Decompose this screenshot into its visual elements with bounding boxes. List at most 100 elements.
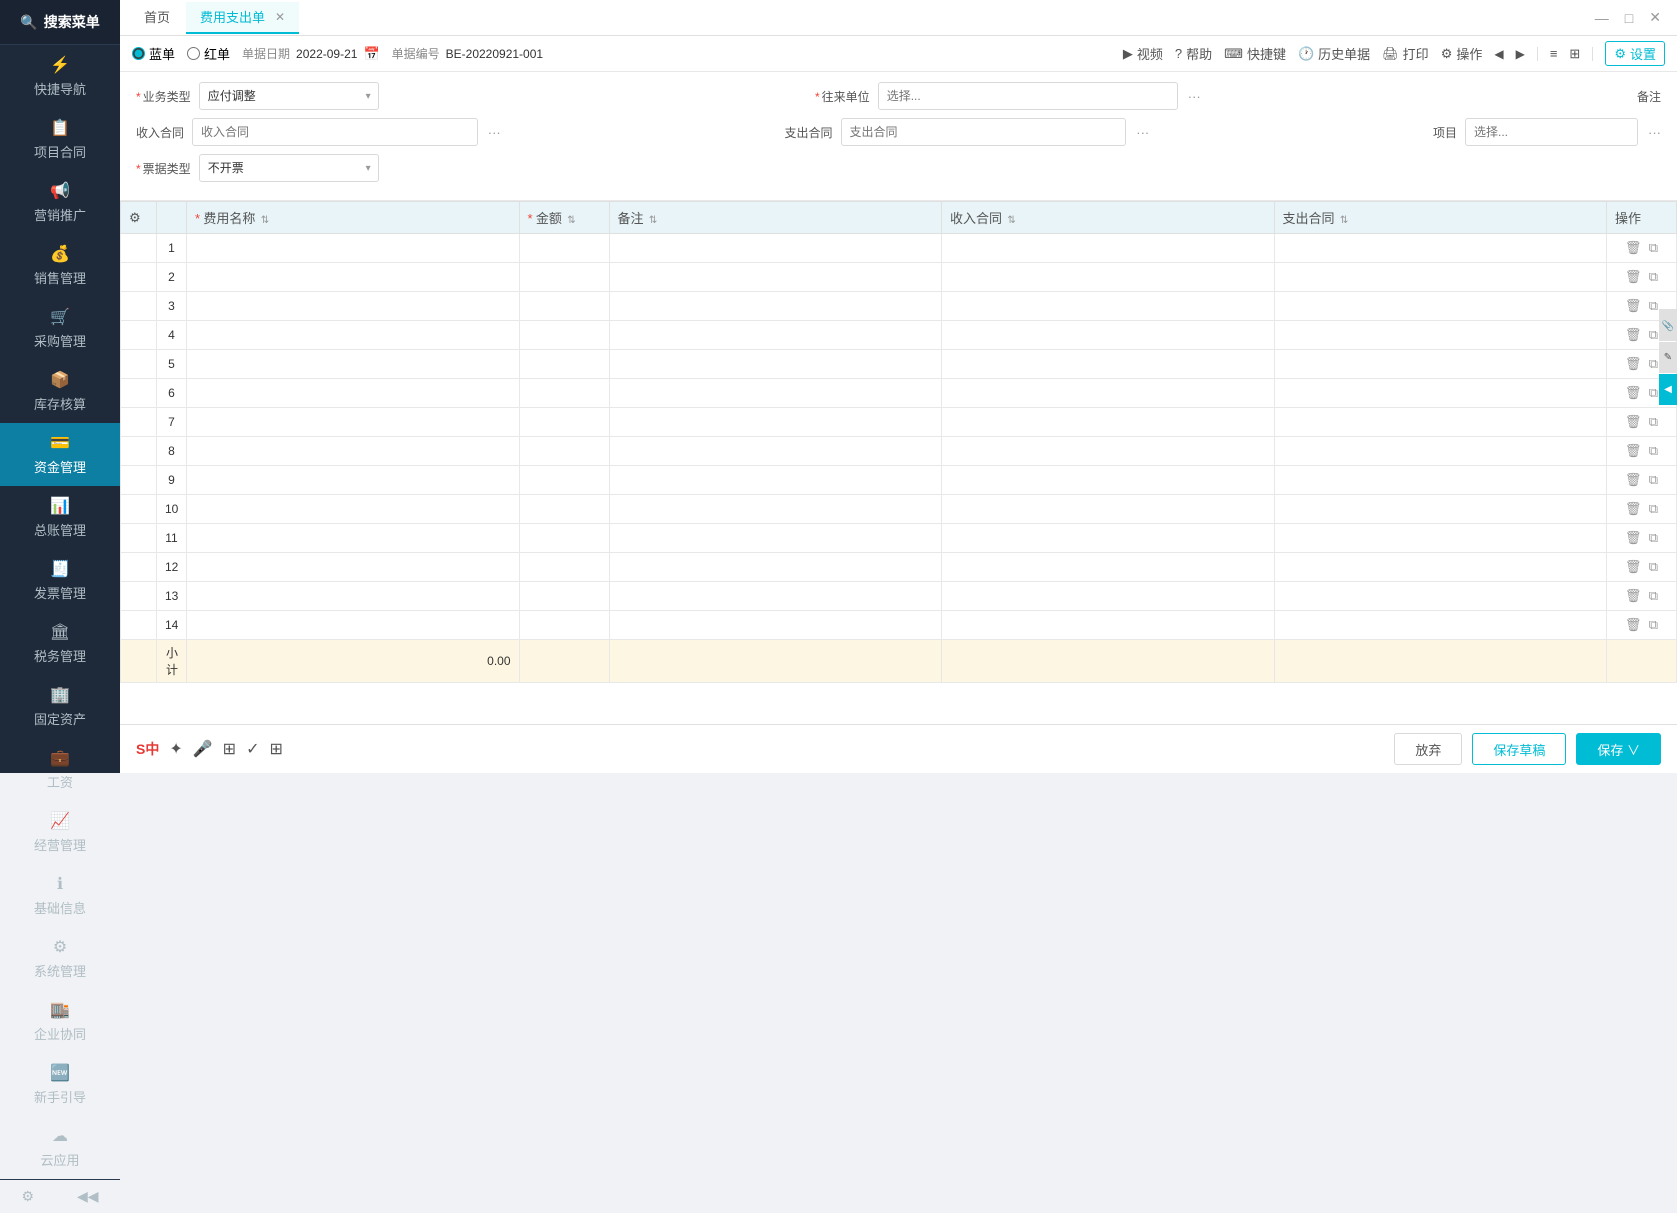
sidebar-item-enterprise[interactable]: 🏬 企业协同 [0, 990, 120, 1053]
sidebar-item-fund[interactable]: 💳 资金管理 [0, 423, 120, 486]
row-8-delete[interactable]: 🗑 [1623, 441, 1644, 461]
settings-button[interactable]: ⚙ 设置 [1605, 41, 1665, 66]
row-9-amount[interactable] [519, 466, 609, 495]
print-action[interactable]: 🖨 打印 [1382, 44, 1429, 63]
row-11-remark[interactable] [609, 524, 942, 553]
row-5-amount[interactable] [519, 350, 609, 379]
project-dots[interactable]: ··· [1648, 125, 1661, 140]
row-3-delete[interactable]: 🗑 [1623, 296, 1644, 316]
shortcut-action[interactable]: ⌨ 快捷键 [1224, 44, 1286, 63]
row-14-delete[interactable]: 🗑 [1623, 615, 1644, 635]
save-button[interactable]: 保存 ∨ [1576, 733, 1661, 765]
right-green-btn[interactable]: ◀ [1659, 374, 1677, 405]
row-7-delete[interactable]: 🗑 [1623, 412, 1644, 432]
row-10-amount[interactable] [519, 495, 609, 524]
row-4-delete[interactable]: 🗑 [1623, 325, 1644, 345]
row-13-expense-name[interactable] [187, 582, 520, 611]
row-14-expense-name[interactable] [187, 611, 520, 640]
row-4-income-contract[interactable] [942, 321, 1275, 350]
row-3-expense-name[interactable] [187, 292, 520, 321]
row-13-amount[interactable] [519, 582, 609, 611]
col-setting-header[interactable]: ⚙ [121, 202, 157, 234]
row-8-expense-name[interactable] [187, 437, 520, 466]
row-6-expense-contract[interactable] [1274, 379, 1607, 408]
sidebar-item-project-contract[interactable]: 📋 项目合同 [0, 108, 120, 171]
row-14-copy[interactable]: ⧉ [1647, 615, 1660, 635]
row-7-expense-contract[interactable] [1274, 408, 1607, 437]
row-12-expense-name[interactable] [187, 553, 520, 582]
sidebar-item-marketing[interactable]: 📢 营销推广 [0, 171, 120, 234]
row-4-expense-name[interactable] [187, 321, 520, 350]
row-1-delete[interactable]: 🗑 [1623, 238, 1644, 258]
radio-red[interactable]: 红单 [187, 44, 230, 63]
row-3-amount[interactable] [519, 292, 609, 321]
row-10-expense-contract[interactable] [1274, 495, 1607, 524]
row-11-income-contract[interactable] [942, 524, 1275, 553]
window-minimize[interactable]: — [1589, 8, 1615, 28]
row-11-amount[interactable] [519, 524, 609, 553]
row-7-remark[interactable] [609, 408, 942, 437]
row-1-income-contract[interactable] [942, 234, 1275, 263]
row-9-delete[interactable]: 🗑 [1623, 470, 1644, 490]
sort-icon-amount[interactable]: ⇅ [567, 215, 575, 226]
operation-action[interactable]: ⚙ 操作 [1441, 44, 1483, 63]
row-1-remark[interactable] [609, 234, 942, 263]
grid-icon[interactable]: ⊞ [223, 739, 236, 759]
col-remark-header[interactable]: 备注 ⇅ [609, 202, 942, 234]
right-edit-btn[interactable]: ✎ [1659, 342, 1677, 373]
row-2-copy[interactable]: ⧉ [1647, 267, 1660, 287]
row-12-delete[interactable]: 🗑 [1623, 557, 1644, 577]
discard-button[interactable]: 放弃 [1394, 733, 1462, 765]
row-6-amount[interactable] [519, 379, 609, 408]
row-5-income-contract[interactable] [942, 350, 1275, 379]
row-14-amount[interactable] [519, 611, 609, 640]
row-14-remark[interactable] [609, 611, 942, 640]
row-12-remark[interactable] [609, 553, 942, 582]
history-action[interactable]: 🕐 历史单据 [1298, 44, 1370, 63]
row-6-delete[interactable]: 🗑 [1623, 383, 1644, 403]
row-6-expense-name[interactable] [187, 379, 520, 408]
row-6-remark[interactable] [609, 379, 942, 408]
col-amount-header[interactable]: * 金额 ⇅ [519, 202, 609, 234]
row-9-income-contract[interactable] [942, 466, 1275, 495]
row-8-remark[interactable] [609, 437, 942, 466]
row-11-delete[interactable]: 🗑 [1623, 528, 1644, 548]
business-type-select[interactable]: 应付调整 [199, 82, 379, 110]
partner-dots[interactable]: ··· [1188, 89, 1201, 104]
tab-expense-form-close[interactable]: ✕ [275, 10, 285, 24]
row-13-delete[interactable]: 🗑 [1623, 586, 1644, 606]
row-2-amount[interactable] [519, 263, 609, 292]
row-8-copy[interactable]: ⧉ [1647, 441, 1660, 461]
sidebar-item-inventory[interactable]: 📦 库存核算 [0, 360, 120, 423]
row-1-copy[interactable]: ⧉ [1647, 238, 1660, 258]
row-13-copy[interactable]: ⧉ [1647, 586, 1660, 606]
nav-next-btn[interactable]: ▶ [1516, 47, 1525, 61]
row-13-expense-contract[interactable] [1274, 582, 1607, 611]
sidebar-item-invoice[interactable]: 🧾 发票管理 [0, 549, 120, 612]
sort-icon-expense-contract[interactable]: ⇅ [1340, 215, 1348, 226]
expense-contract-dots[interactable]: ··· [1136, 125, 1149, 140]
row-7-copy[interactable]: ⧉ [1647, 412, 1660, 432]
row-12-copy[interactable]: ⧉ [1647, 557, 1660, 577]
row-5-expense-contract[interactable] [1274, 350, 1607, 379]
row-8-amount[interactable] [519, 437, 609, 466]
sidebar-item-tax[interactable]: 🏛 税务管理 [0, 612, 120, 675]
mic-icon[interactable]: 🎤 [193, 739, 213, 759]
tab-expense-form[interactable]: 费用支出单 ✕ [186, 2, 299, 34]
sidebar-item-quick-nav[interactable]: ⚡ 快捷导航 [0, 45, 120, 108]
income-contract-dots[interactable]: ··· [488, 125, 501, 140]
row-9-expense-contract[interactable] [1274, 466, 1607, 495]
settings-col-icon[interactable]: ⚙ [129, 210, 141, 225]
row-13-remark[interactable] [609, 582, 942, 611]
nav-prev-btn[interactable]: ◀ [1494, 47, 1503, 61]
sidebar-item-accounting[interactable]: 📊 总账管理 [0, 486, 120, 549]
row-13-income-contract[interactable] [942, 582, 1275, 611]
income-contract-input[interactable] [192, 118, 478, 146]
sidebar-item-purchase[interactable]: 🛒 采购管理 [0, 297, 120, 360]
sidebar-item-operations[interactable]: 📈 经营管理 [0, 801, 120, 864]
row-3-income-contract[interactable] [942, 292, 1275, 321]
row-10-expense-name[interactable] [187, 495, 520, 524]
row-4-amount[interactable] [519, 321, 609, 350]
row-8-income-contract[interactable] [942, 437, 1275, 466]
sort-icon-income-contract[interactable]: ⇅ [1007, 215, 1015, 226]
